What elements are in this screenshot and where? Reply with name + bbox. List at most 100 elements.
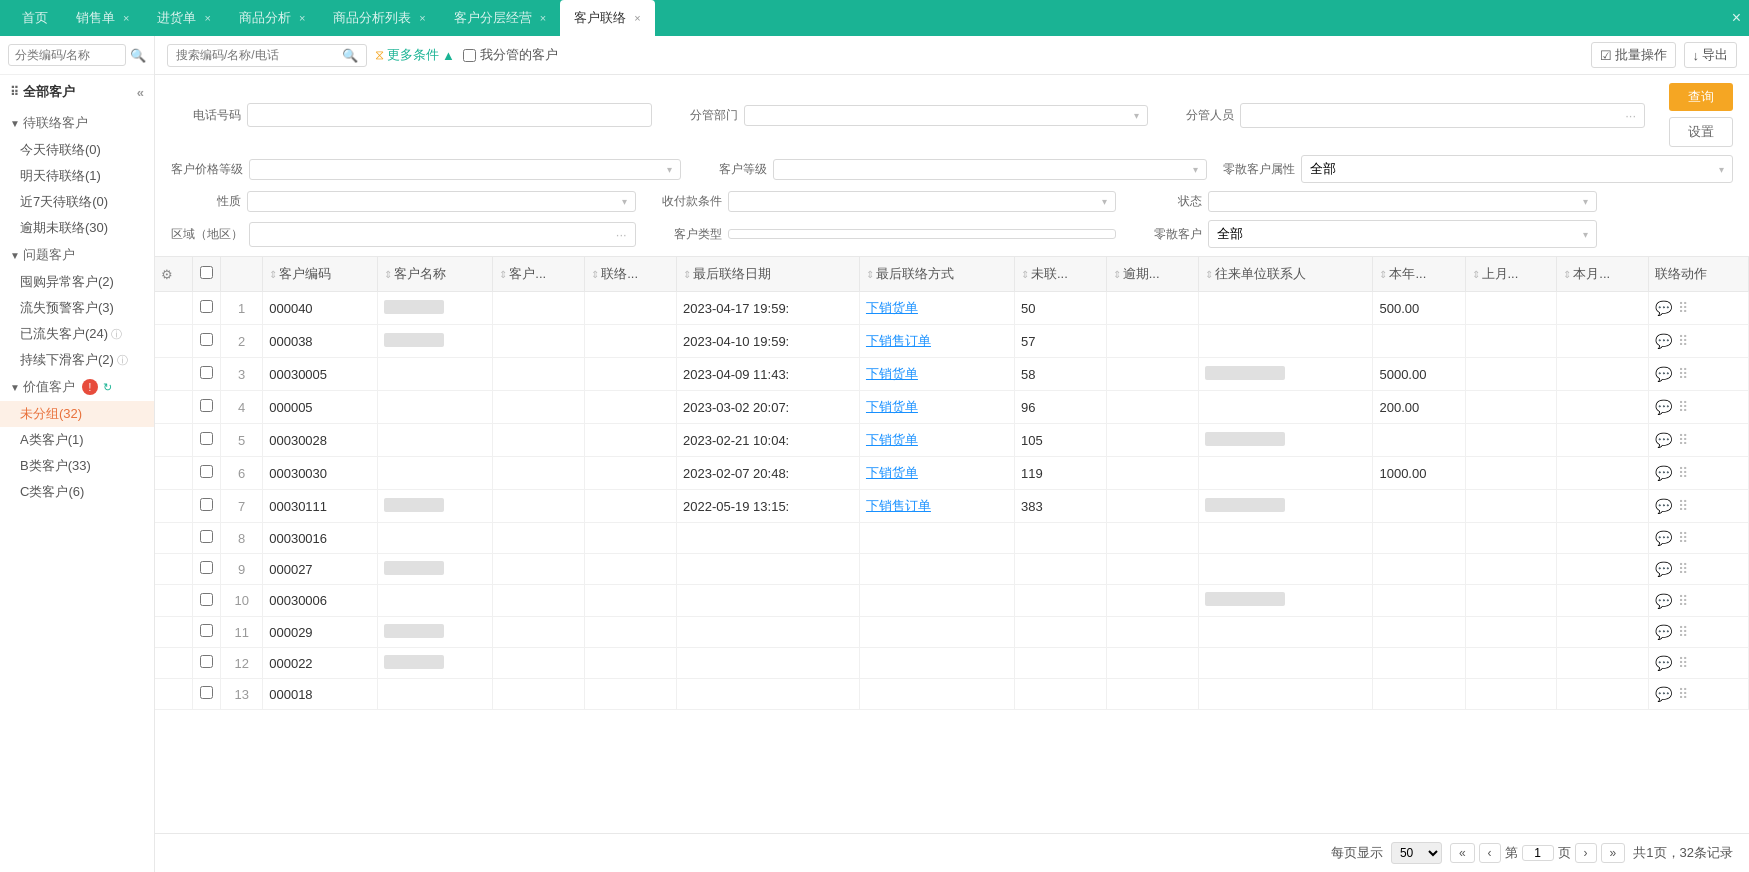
col-last-date[interactable]: 最后联络日期 bbox=[676, 257, 859, 292]
last-method-link[interactable]: 下销售订单 bbox=[866, 498, 931, 513]
field-status-input[interactable]: ▾ bbox=[1208, 191, 1597, 212]
grid-action-icon[interactable]: ⠿ bbox=[1678, 300, 1688, 316]
tab-customer-segment[interactable]: 客户分层经营 × bbox=[440, 0, 560, 36]
tab-analysis[interactable]: 商品分析 × bbox=[225, 0, 319, 36]
td-last-method[interactable]: 下销货单 bbox=[859, 391, 1014, 424]
page-input[interactable] bbox=[1522, 845, 1554, 861]
field-customer-level-input[interactable]: ▾ bbox=[773, 159, 1207, 180]
sidebar-item-class-b[interactable]: B类客户(33) bbox=[0, 453, 154, 479]
close-tab-segment-icon[interactable]: × bbox=[540, 12, 546, 24]
first-page-btn[interactable]: « bbox=[1450, 843, 1475, 863]
row-checkbox[interactable] bbox=[200, 399, 213, 412]
td-last-method[interactable] bbox=[859, 679, 1014, 710]
my-customers-checkbox[interactable]: 我分管的客户 bbox=[463, 46, 558, 64]
td-last-method[interactable] bbox=[859, 585, 1014, 617]
col-last-method[interactable]: 最后联络方式 bbox=[859, 257, 1014, 292]
grid-action-icon[interactable]: ⠿ bbox=[1678, 655, 1688, 671]
col-code[interactable]: 客户编码 bbox=[263, 257, 378, 292]
sidebar-item-today[interactable]: 今天待联络(0) bbox=[0, 137, 154, 163]
grid-action-icon[interactable]: ⠿ bbox=[1678, 432, 1688, 448]
field-manager-input[interactable]: ··· bbox=[1240, 103, 1645, 128]
field-nature-input[interactable]: ▾ bbox=[247, 191, 636, 212]
last-method-link[interactable]: 下销货单 bbox=[866, 432, 918, 447]
td-checkbox[interactable] bbox=[193, 679, 221, 710]
grid-action-icon[interactable]: ⠿ bbox=[1678, 561, 1688, 577]
col-uncontacted[interactable]: 未联... bbox=[1014, 257, 1106, 292]
col-contact[interactable]: 联络... bbox=[585, 257, 677, 292]
row-checkbox[interactable] bbox=[200, 593, 213, 606]
td-checkbox[interactable] bbox=[193, 523, 221, 554]
settings-icon[interactable]: ⚙ bbox=[161, 267, 173, 282]
message-icon[interactable]: 💬 bbox=[1655, 686, 1672, 702]
message-icon[interactable]: 💬 bbox=[1655, 530, 1672, 546]
td-last-method[interactable] bbox=[859, 617, 1014, 648]
sidebar-item-churn-warning[interactable]: 流失预警客户(3) bbox=[0, 295, 154, 321]
td-checkbox[interactable] bbox=[193, 490, 221, 523]
reset-button[interactable]: 设置 bbox=[1669, 117, 1733, 147]
col-settings[interactable]: ⚙ bbox=[155, 257, 193, 292]
row-checkbox[interactable] bbox=[200, 624, 213, 637]
field-scatter-input[interactable]: 全部▾ bbox=[1208, 220, 1597, 248]
col-type[interactable]: 客户... bbox=[493, 257, 585, 292]
field-scatter-attr-input[interactable]: 全部▾ bbox=[1301, 155, 1733, 183]
tab-home[interactable]: 首页 bbox=[8, 0, 62, 36]
row-checkbox[interactable] bbox=[200, 655, 213, 668]
query-button[interactable]: 查询 bbox=[1669, 83, 1733, 111]
sidebar-collapse-icon[interactable]: « bbox=[137, 85, 144, 100]
message-icon[interactable]: 💬 bbox=[1655, 465, 1672, 481]
row-checkbox[interactable] bbox=[200, 465, 213, 478]
td-last-method[interactable] bbox=[859, 523, 1014, 554]
row-checkbox[interactable] bbox=[200, 333, 213, 346]
message-icon[interactable]: 💬 bbox=[1655, 593, 1672, 609]
sidebar-item-7days[interactable]: 近7天待联络(0) bbox=[0, 189, 154, 215]
grid-action-icon[interactable]: ⠿ bbox=[1678, 593, 1688, 609]
message-icon[interactable]: 💬 bbox=[1655, 624, 1672, 640]
refresh-icon[interactable]: ↻ bbox=[103, 381, 112, 394]
col-overdue[interactable]: 逾期... bbox=[1106, 257, 1198, 292]
col-this-month[interactable]: 本月... bbox=[1557, 257, 1649, 292]
field-price-level-input[interactable]: ▾ bbox=[249, 159, 681, 180]
td-last-method[interactable]: 下销货单 bbox=[859, 358, 1014, 391]
grid-action-icon[interactable]: ⠿ bbox=[1678, 399, 1688, 415]
tab-analysis-list[interactable]: 商品分析列表 × bbox=[319, 0, 439, 36]
sidebar-item-tomorrow[interactable]: 明天待联络(1) bbox=[0, 163, 154, 189]
sidebar-section-problem[interactable]: ▼ 问题客户 bbox=[0, 241, 154, 269]
col-name[interactable]: 客户名称 bbox=[378, 257, 493, 292]
row-checkbox[interactable] bbox=[200, 300, 213, 313]
filter-more-btn[interactable]: ⧖ 更多条件 ▲ bbox=[375, 46, 455, 64]
row-checkbox[interactable] bbox=[200, 686, 213, 699]
grid-action-icon[interactable]: ⠿ bbox=[1678, 530, 1688, 546]
close-tab-purchase-icon[interactable]: × bbox=[204, 12, 210, 24]
td-last-method[interactable] bbox=[859, 554, 1014, 585]
td-checkbox[interactable] bbox=[193, 617, 221, 648]
grid-action-icon[interactable]: ⠿ bbox=[1678, 624, 1688, 640]
filter-search-box[interactable]: 🔍 bbox=[167, 44, 367, 67]
td-last-method[interactable]: 下销货单 bbox=[859, 292, 1014, 325]
close-tab-sales-icon[interactable]: × bbox=[123, 12, 129, 24]
message-icon[interactable]: 💬 bbox=[1655, 561, 1672, 577]
sidebar-section-pending[interactable]: ▼ 待联络客户 bbox=[0, 109, 154, 137]
last-method-link[interactable]: 下销货单 bbox=[866, 465, 918, 480]
grid-action-icon[interactable]: ⠿ bbox=[1678, 333, 1688, 349]
td-checkbox[interactable] bbox=[193, 585, 221, 617]
td-checkbox[interactable] bbox=[193, 325, 221, 358]
last-method-link[interactable]: 下销售订单 bbox=[866, 333, 931, 348]
close-all-tabs-icon[interactable]: × bbox=[1732, 9, 1741, 27]
td-last-method[interactable]: 下销货单 bbox=[859, 457, 1014, 490]
row-checkbox[interactable] bbox=[200, 366, 213, 379]
close-tab-contact-icon[interactable]: × bbox=[634, 12, 640, 24]
col-last-month[interactable]: 上月... bbox=[1465, 257, 1557, 292]
sidebar-section-value[interactable]: ▼ 价值客户 ! ↻ bbox=[0, 373, 154, 401]
td-checkbox[interactable] bbox=[193, 292, 221, 325]
field-payment-input[interactable]: ▾ bbox=[728, 191, 1117, 212]
td-last-method[interactable] bbox=[859, 648, 1014, 679]
tab-sales[interactable]: 销售单 × bbox=[62, 0, 143, 36]
tab-purchase[interactable]: 进货单 × bbox=[143, 0, 224, 36]
message-icon[interactable]: 💬 bbox=[1655, 333, 1672, 349]
sidebar-item-hoarding[interactable]: 囤购异常客户(2) bbox=[0, 269, 154, 295]
td-checkbox[interactable] bbox=[193, 648, 221, 679]
row-checkbox[interactable] bbox=[200, 498, 213, 511]
td-checkbox[interactable] bbox=[193, 391, 221, 424]
last-method-link[interactable]: 下销货单 bbox=[866, 399, 918, 414]
row-checkbox[interactable] bbox=[200, 530, 213, 543]
